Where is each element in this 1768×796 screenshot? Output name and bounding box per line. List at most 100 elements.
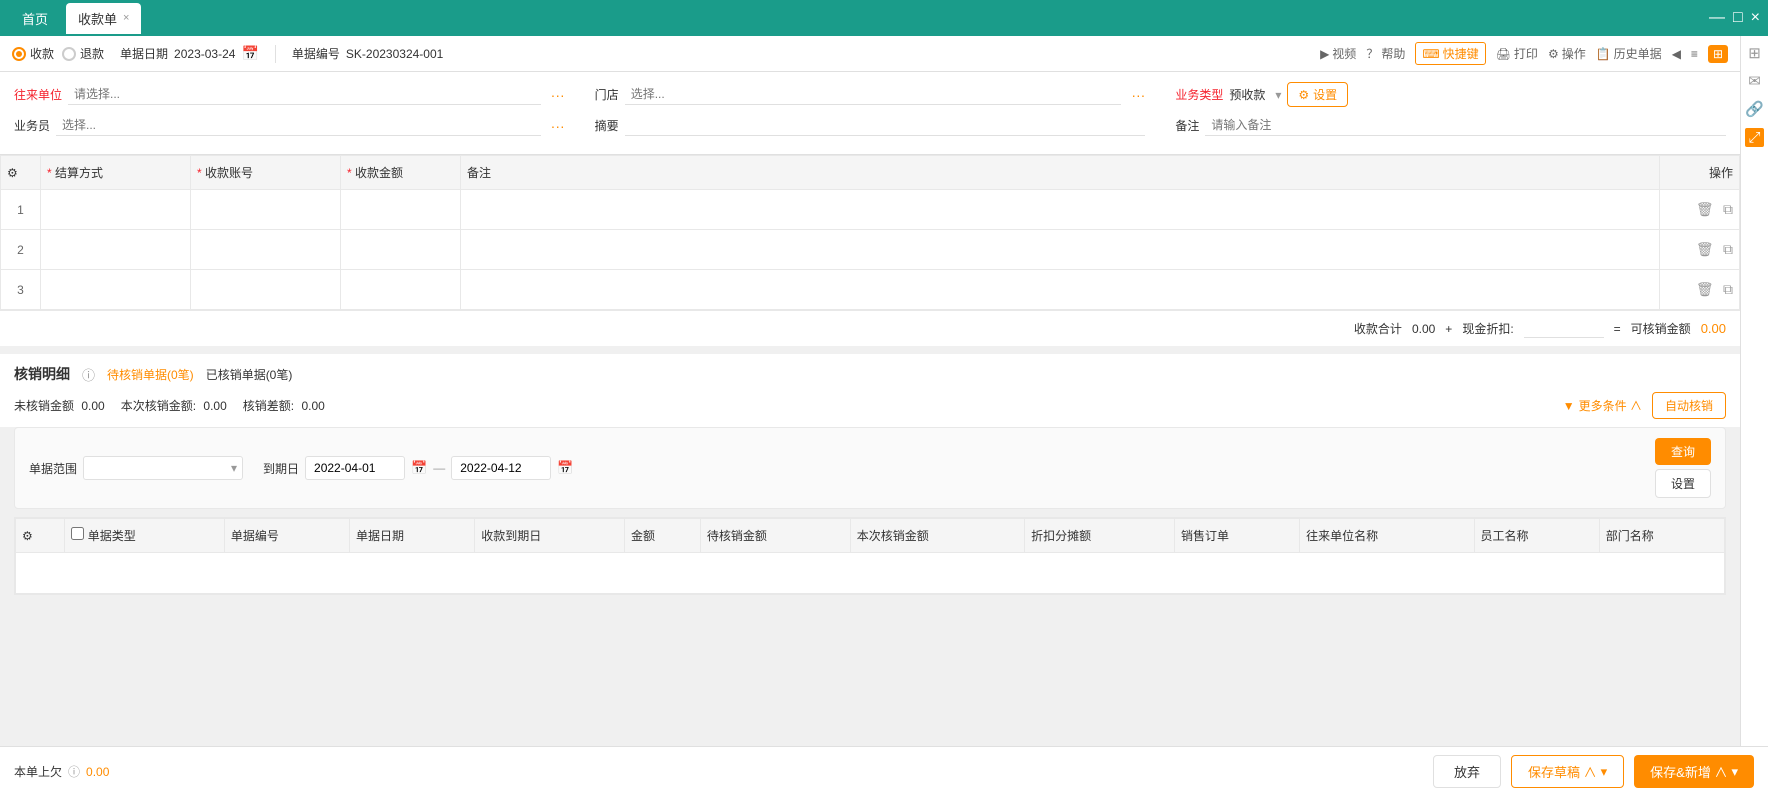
window-maximize-icon[interactable]: □ (1733, 9, 1743, 27)
radio-group: 收款 退款 (12, 45, 104, 62)
note-input[interactable] (1205, 115, 1726, 136)
help-btn[interactable]: ？ 帮助 (1366, 45, 1405, 62)
amount-cell[interactable] (341, 230, 461, 270)
delete-icon[interactable]: 🗑 (1696, 201, 1714, 217)
bottom-settings-icon[interactable]: ⚙ (22, 529, 33, 543)
tab-home[interactable]: 首页 (8, 3, 62, 34)
store-input[interactable] (625, 84, 1122, 105)
calendar-icon[interactable]: 📅 (241, 45, 258, 62)
settlement-cell[interactable] (41, 190, 191, 230)
note-cell[interactable] (461, 230, 1660, 270)
window-minimize-icon[interactable]: — (1709, 9, 1725, 27)
col-amount-header: * 收款金额 (341, 156, 461, 190)
radio-tuikuan[interactable]: 退款 (62, 45, 104, 62)
col-settings-header[interactable]: ⚙ (1, 156, 41, 190)
bottom-col-5: 金额 (624, 519, 700, 553)
auto-reconcile-button[interactable]: 自动核销 (1652, 392, 1726, 419)
sidebar-expand-icon[interactable]: ⤢ (1745, 128, 1763, 147)
filter-btn[interactable]: ▼ 更多条件 ∧ (1563, 397, 1642, 414)
bottom-col-4: 收款到期日 (475, 519, 625, 553)
partner-more-icon[interactable]: ··· (551, 87, 565, 103)
account-cell[interactable] (191, 230, 341, 270)
sidebar-table-icon[interactable]: ⊞ (1748, 44, 1761, 62)
amount-cell[interactable] (341, 190, 461, 230)
uncancelled-value: 0.00 (81, 399, 104, 413)
row-num: 3 (1, 270, 41, 310)
date-value[interactable]: 2023-03-24 (174, 47, 235, 61)
print-btn[interactable]: 🖨 打印 (1496, 45, 1538, 62)
history-btn[interactable]: 📋 历史单据 (1596, 45, 1662, 62)
diff-label: 核销差额: (243, 399, 294, 413)
staff-more-icon[interactable]: ··· (551, 118, 565, 134)
pending-tab[interactable]: 待核销单据(0笔) (107, 366, 194, 383)
number-value: SK-20230324-001 (346, 47, 443, 61)
delete-icon[interactable]: 🗑 (1696, 241, 1714, 257)
range-select[interactable] (83, 456, 243, 480)
abandon-button[interactable]: 放弃 (1433, 755, 1501, 788)
summary-field: 摘要 (595, 115, 1146, 136)
radio-tuikuan-label: 退款 (80, 45, 104, 62)
sidebar-email-icon[interactable]: ✉ (1748, 72, 1761, 90)
summary-input[interactable] (625, 115, 1146, 136)
note-cell[interactable] (461, 270, 1660, 310)
tab-active[interactable]: 收款单 × (66, 3, 141, 34)
delete-icon[interactable]: 🗑 (1696, 281, 1714, 297)
tab-bar: 首页 收款单 × — □ × (0, 0, 1768, 36)
done-tab[interactable]: 已核销单据(0笔) (206, 366, 293, 383)
settings-col-icon[interactable]: ⚙ (7, 166, 18, 180)
grid-view-icon[interactable]: ⊞ (1708, 45, 1728, 63)
video-btn[interactable]: ▶ 视频 (1320, 45, 1356, 62)
list-view-icon[interactable]: ≡ (1691, 47, 1698, 61)
copy-icon[interactable]: ⧉ (1723, 281, 1733, 297)
col-action-header: 操作 (1660, 156, 1740, 190)
arrow-left-icon[interactable]: ◀ (1672, 47, 1681, 61)
available-label: 可核销金额 (1631, 320, 1691, 337)
range-select-wrap[interactable] (83, 456, 243, 480)
settings-button[interactable]: ⚙ 设置 (1287, 82, 1348, 107)
store-more-icon[interactable]: ··· (1131, 87, 1145, 103)
date-to-calendar-icon[interactable]: 📅 (557, 460, 573, 476)
reconciliation-title: 核销明细 (14, 364, 70, 384)
settlement-cell[interactable] (41, 270, 191, 310)
total-label: 收款合计 (1354, 320, 1402, 337)
tab-close-icon[interactable]: × (123, 12, 129, 24)
sidebar-link-icon[interactable]: 🔗 (1745, 100, 1764, 118)
draft-label: 保存草稿 ∧ (1528, 762, 1597, 781)
toolbar-right: ▶ 视频 ？ 帮助 ⌨ 快捷键 🖨 打印 ⚙ 操作 📋 历史单据 (1320, 42, 1728, 65)
bottom-table-wrapper: ⚙单据类型单据编号单据日期收款到期日金额待核销金额本次核销金额折扣分摊额销售订单… (14, 517, 1726, 595)
bottom-col-0[interactable]: ⚙ (16, 519, 65, 553)
radio-shoukuan[interactable]: 收款 (12, 45, 54, 62)
print-icon: 🖨 (1496, 47, 1511, 61)
account-cell[interactable] (191, 270, 341, 310)
partner-input[interactable] (68, 84, 541, 105)
footer-left: 本单上欠 ⓘ 0.00 (14, 763, 109, 780)
plus-sign: + (1445, 322, 1452, 336)
date-from-calendar-icon[interactable]: 📅 (411, 460, 427, 476)
query-button[interactable]: 查询 (1655, 438, 1711, 465)
discount-input[interactable] (1524, 319, 1604, 338)
info-icon[interactable]: ⓘ (82, 365, 95, 384)
account-cell[interactable] (191, 190, 341, 230)
date-to-input[interactable] (451, 456, 551, 480)
search-settings-button[interactable]: 设置 (1655, 469, 1711, 498)
staff-input[interactable] (56, 115, 541, 136)
amount-cell[interactable] (341, 270, 461, 310)
window-close-icon[interactable]: × (1751, 9, 1760, 27)
save-new-button[interactable]: 保存&新增 ∧ ▾ (1634, 755, 1754, 788)
note-cell[interactable] (461, 190, 1660, 230)
current-label: 本次核销金额: (121, 399, 196, 413)
radio-tuikuan-circle (62, 47, 76, 61)
settlement-cell[interactable] (41, 230, 191, 270)
copy-icon[interactable]: ⧉ (1723, 201, 1733, 217)
table-row: 3 🗑 ⧉ (1, 270, 1740, 310)
shortcut-btn[interactable]: ⌨ 快捷键 (1415, 42, 1485, 65)
date-range-field: 到期日 📅 — 📅 (263, 456, 573, 480)
select-all-checkbox[interactable] (71, 527, 84, 540)
footer-info-icon[interactable]: ⓘ (68, 763, 80, 780)
date-from-input[interactable] (305, 456, 405, 480)
copy-icon[interactable]: ⧉ (1723, 241, 1733, 257)
operation-btn[interactable]: ⚙ 操作 (1548, 45, 1586, 62)
save-label: 保存&新增 ∧ (1650, 762, 1727, 781)
business-dropdown-icon[interactable]: ▾ (1275, 88, 1281, 102)
draft-button[interactable]: 保存草稿 ∧ ▾ (1511, 755, 1624, 788)
